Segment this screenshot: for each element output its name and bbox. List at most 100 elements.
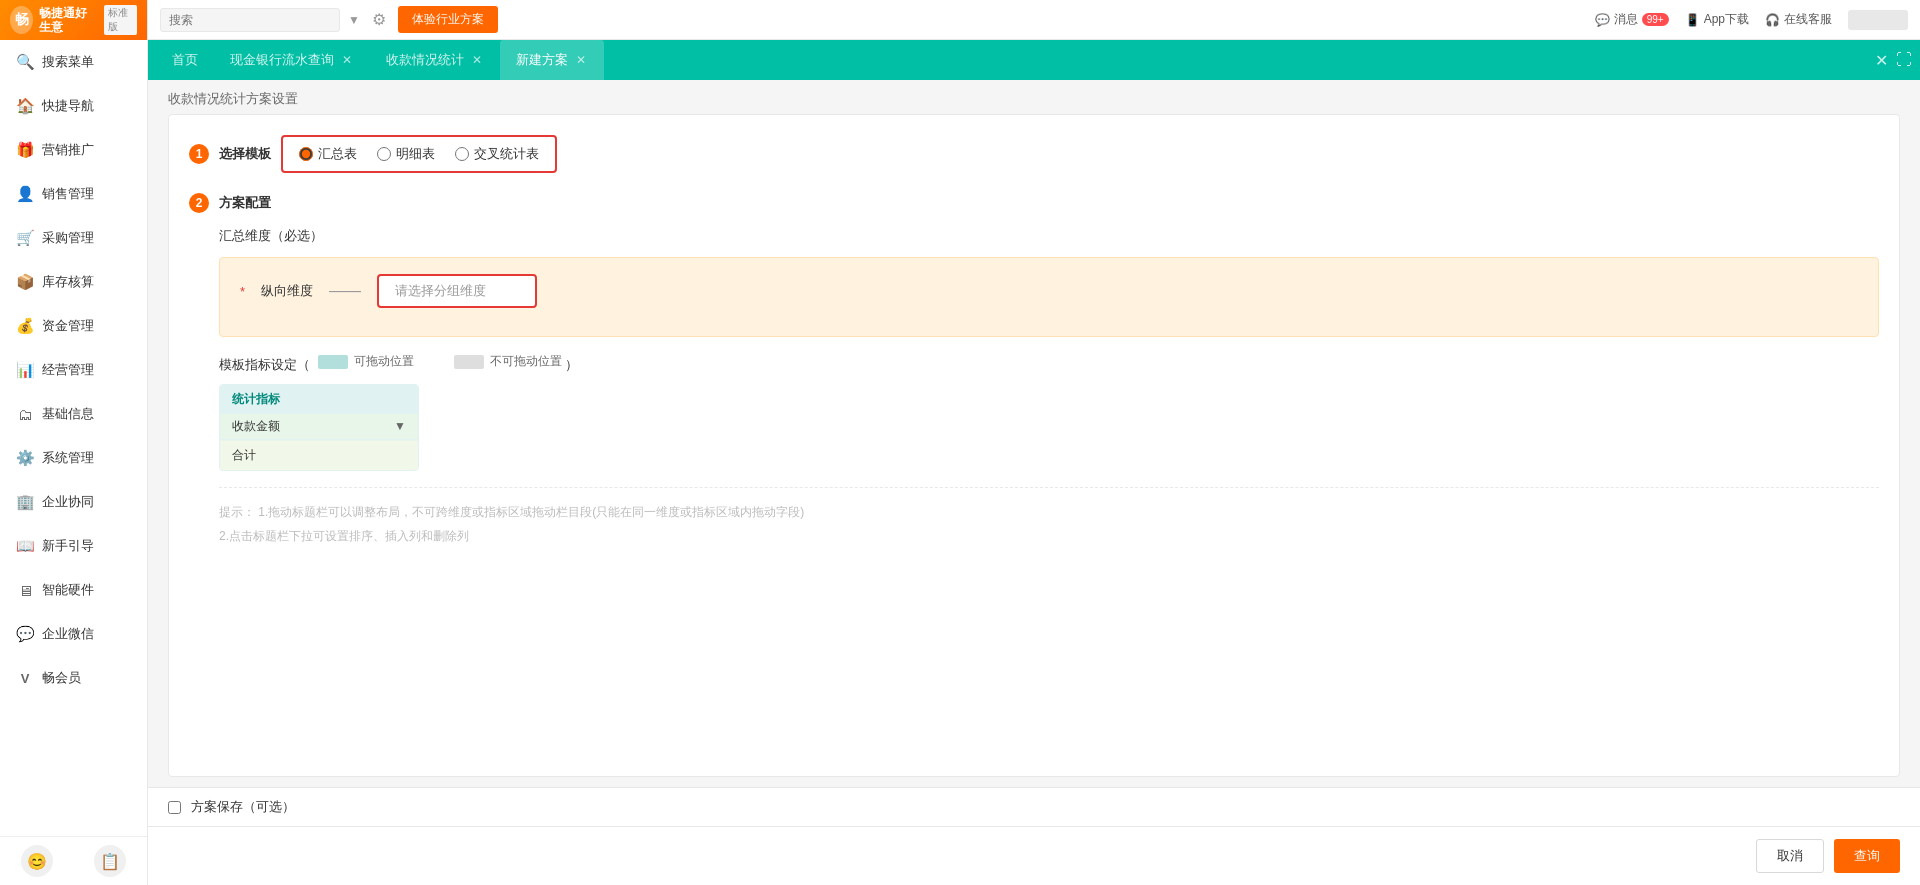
sidebar-bottom-icon-2[interactable]: 📋 <box>94 845 126 877</box>
tab-bar-expand-icon[interactable]: ⛶ <box>1896 51 1912 70</box>
bottom-action-bar: 取消 查询 <box>148 826 1920 885</box>
form-card: 1 选择模板 汇总表 明细表 交叉统计表 <box>168 114 1900 777</box>
gear-icon[interactable]: ⚙ <box>372 10 386 29</box>
dimension-select-placeholder: 请选择分组维度 <box>395 282 486 300</box>
dimension-select[interactable]: 请选择分组维度 <box>377 274 537 308</box>
stats-table: 统计指标 收款金额 ▼ 合计 <box>219 384 419 471</box>
customer-service-item[interactable]: 🎧 在线客服 <box>1765 11 1832 28</box>
radio-cross[interactable]: 交叉统计表 <box>455 145 539 163</box>
sidebar-item-hardware[interactable]: 🖥 智能硬件 <box>0 568 147 612</box>
radio-detail-input[interactable] <box>377 147 391 161</box>
sidebar-item-label: 畅会员 <box>42 669 81 687</box>
user-avatar[interactable] <box>1848 10 1908 30</box>
sidebar-nav: 🔍 搜索菜单 🏠 快捷导航 🎁 营销推广 👤 销售管理 🛒 采购管理 📦 库存核… <box>0 40 147 836</box>
fixed-box <box>454 355 484 369</box>
dimension-row: * 纵向维度 —— 请选择分组维度 <box>240 274 1858 308</box>
notification-item[interactable]: 💬 消息 99+ <box>1595 11 1669 28</box>
template-select-box: 汇总表 明细表 交叉统计表 <box>281 135 557 173</box>
sidebar-bottom-icon-1[interactable]: 😊 <box>21 845 53 877</box>
sidebar-item-label: 库存核算 <box>42 273 94 291</box>
tab-bar-right: ✕ ⛶ <box>1875 51 1912 70</box>
sidebar-bottom: 😊 📋 <box>0 836 147 885</box>
sidebar-item-purchase[interactable]: 🛒 采购管理 <box>0 216 147 260</box>
logo-text: 畅捷通好生意 <box>39 6 98 35</box>
radio-cross-input[interactable] <box>455 147 469 161</box>
tips-section: 提示： 1.拖动标题栏可以调整布局，不可跨维度或指标区域拖动栏目段(只能在同一维… <box>219 487 1879 548</box>
radio-summary-input[interactable] <box>299 147 313 161</box>
sidebar-item-system[interactable]: ⚙️ 系统管理 <box>0 436 147 480</box>
dimension-area: * 纵向维度 —— 请选择分组维度 <box>219 257 1879 337</box>
movable-box <box>318 355 348 369</box>
top-header: ▼ ⚙ 体验行业方案 💬 消息 99+ 📱 App下载 🎧 在线客服 <box>148 0 1920 40</box>
sidebar: 畅 畅捷通好生意 标准版 🔍 搜索菜单 🏠 快捷导航 🎁 营销推广 👤 销售管理… <box>0 0 148 885</box>
enterprise-icon: 🏢 <box>16 493 34 511</box>
dimension-arrow: —— <box>329 282 361 300</box>
sales-icon: 👤 <box>16 185 34 203</box>
tab-new-plan-close-icon[interactable]: ✕ <box>574 53 588 67</box>
step1-header: 1 选择模板 汇总表 明细表 交叉统计表 <box>189 135 1879 173</box>
sidebar-item-basic-info[interactable]: 🗂 基础信息 <box>0 392 147 436</box>
radio-summary-label: 汇总表 <box>318 145 357 163</box>
tab-collection-stats-close-icon[interactable]: ✕ <box>470 53 484 67</box>
tab-new-plan-label: 新建方案 <box>516 51 568 69</box>
stats-table-header: 统计指标 <box>220 385 418 414</box>
tab-bank-flow-label: 现金银行流水查询 <box>230 51 334 69</box>
save-label: 方案保存（可选） <box>191 798 295 816</box>
operation-icon: 📊 <box>16 361 34 379</box>
tab-new-plan[interactable]: 新建方案 ✕ <box>500 40 604 80</box>
save-checkbox[interactable] <box>168 801 181 814</box>
sidebar-item-search-menu[interactable]: 🔍 搜索菜单 <box>0 40 147 84</box>
sidebar-item-wechat[interactable]: 💬 企业微信 <box>0 612 147 656</box>
notification-badge: 99+ <box>1642 13 1669 26</box>
fixed-label: 不可拖动位置 <box>490 353 562 370</box>
stats-table-subheader[interactable]: 收款金额 ▼ <box>220 414 418 440</box>
stats-subheader-text: 收款金额 <box>232 418 280 435</box>
quick-nav-icon: 🏠 <box>16 97 34 115</box>
app-download-item[interactable]: 📱 App下载 <box>1685 11 1749 28</box>
metrics-legend: 可拖动位置 不可拖动位置 <box>318 353 562 370</box>
page-title-bar: 收款情况统计方案设置 <box>148 80 1920 114</box>
tab-bar: 首页 现金银行流水查询 ✕ 收款情况统计 ✕ 新建方案 ✕ ✕ ⛶ <box>148 40 1920 80</box>
sidebar-item-sales[interactable]: 👤 销售管理 <box>0 172 147 216</box>
tab-collection-stats-label: 收款情况统计 <box>386 51 464 69</box>
radio-detail[interactable]: 明细表 <box>377 145 435 163</box>
tab-collection-stats[interactable]: 收款情况统计 ✕ <box>370 40 500 80</box>
sidebar-item-quick-nav[interactable]: 🏠 快捷导航 <box>0 84 147 128</box>
legend-fixed: 不可拖动位置 <box>454 353 562 370</box>
step2-title: 方案配置 <box>219 194 271 212</box>
dropdown-arrow-icon[interactable]: ▼ <box>348 13 360 27</box>
tab-home[interactable]: 首页 <box>156 40 214 80</box>
sidebar-item-finance[interactable]: 💰 资金管理 <box>0 304 147 348</box>
cancel-button[interactable]: 取消 <box>1756 839 1824 873</box>
page-title: 收款情况统计方案设置 <box>168 91 298 106</box>
sidebar-item-member[interactable]: V 畅会员 <box>0 656 147 700</box>
sidebar-item-label: 搜索菜单 <box>42 53 94 71</box>
sidebar-item-enterprise[interactable]: 🏢 企业协同 <box>0 480 147 524</box>
search-input[interactable] <box>160 8 340 32</box>
sidebar-item-marketing[interactable]: 🎁 营销推广 <box>0 128 147 172</box>
radio-detail-label: 明细表 <box>396 145 435 163</box>
trial-button[interactable]: 体验行业方案 <box>398 6 498 33</box>
sidebar-item-label: 基础信息 <box>42 405 94 423</box>
query-button[interactable]: 查询 <box>1834 839 1900 873</box>
stats-chevron-icon[interactable]: ▼ <box>394 419 406 433</box>
sidebar-item-label: 资金管理 <box>42 317 94 335</box>
vertical-dimension-label: 纵向维度 <box>261 282 313 300</box>
sidebar-item-operation[interactable]: 📊 经营管理 <box>0 348 147 392</box>
step1-title: 选择模板 <box>219 145 271 163</box>
tab-bar-close-icon[interactable]: ✕ <box>1875 51 1888 70</box>
sidebar-item-label: 采购管理 <box>42 229 94 247</box>
purchase-icon: 🛒 <box>16 229 34 247</box>
sidebar-item-label: 系统管理 <box>42 449 94 467</box>
mobile-icon: 📱 <box>1685 13 1700 27</box>
radio-summary[interactable]: 汇总表 <box>299 145 357 163</box>
sidebar-item-guide[interactable]: 📖 新手引导 <box>0 524 147 568</box>
footer-bar: 方案保存（可选） <box>148 787 1920 826</box>
sidebar-item-label: 企业协同 <box>42 493 94 511</box>
wechat-icon: 💬 <box>16 625 34 643</box>
sidebar-item-label: 销售管理 <box>42 185 94 203</box>
tab-bank-flow-close-icon[interactable]: ✕ <box>340 53 354 67</box>
sidebar-item-inventory[interactable]: 📦 库存核算 <box>0 260 147 304</box>
tab-bank-flow[interactable]: 现金银行流水查询 ✕ <box>214 40 370 80</box>
step2-section: 2 方案配置 汇总维度（必选） * 纵向维度 —— 请选择分组维度 <box>189 193 1879 548</box>
